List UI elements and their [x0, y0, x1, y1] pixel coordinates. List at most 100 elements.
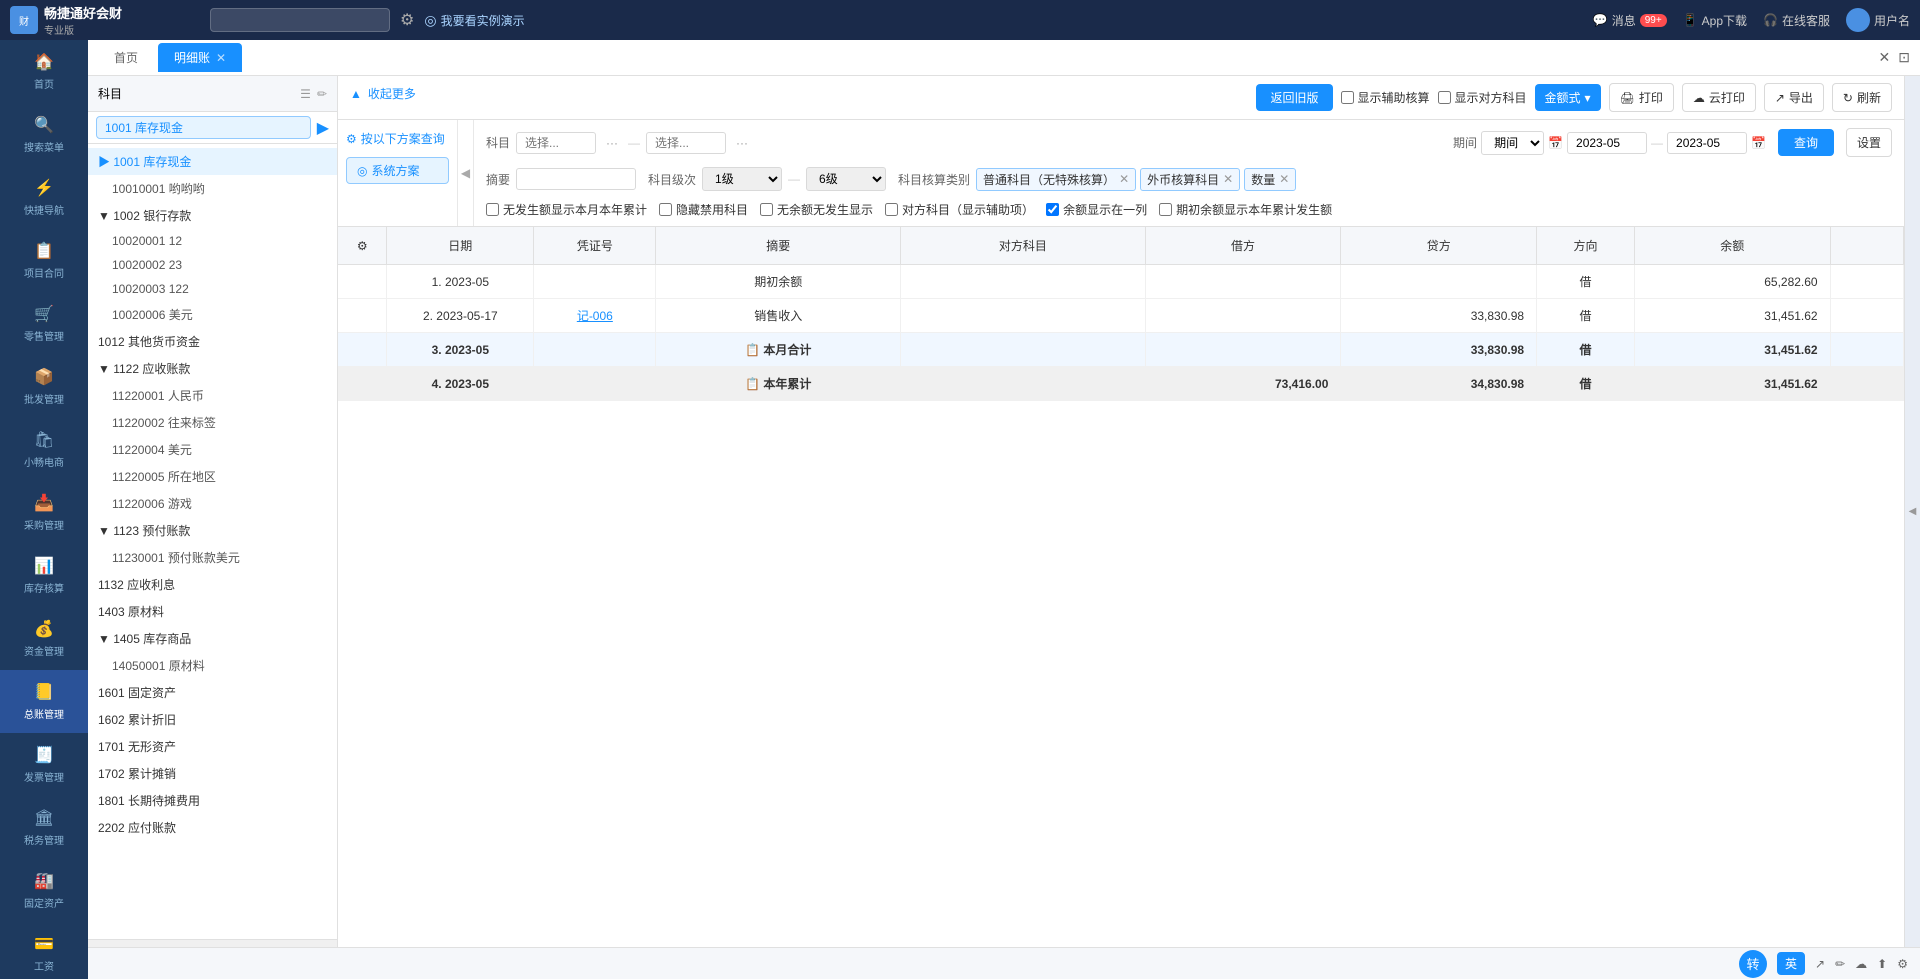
tree-item-1012[interactable]: 1012 其他货币资金 — [88, 328, 337, 355]
collapse-left-btn[interactable]: ◀ — [458, 120, 474, 226]
tree-item-1701[interactable]: 1701 无形资产 — [88, 733, 337, 760]
account-next-btn[interactable]: ▶ — [317, 118, 329, 138]
tree-item-11230001[interactable]: 11230001 预付账款美元 — [88, 544, 337, 571]
tree-item-2202[interactable]: 2202 应付账款 — [88, 814, 337, 841]
sidebar-item-quick-nav[interactable]: ⚡快捷导航 — [0, 166, 88, 229]
subject-dots[interactable]: ··· — [602, 136, 622, 150]
tree-item-10020002[interactable]: 10020002 23 — [88, 253, 337, 277]
tree-item-10020006[interactable]: 10020006 美元 — [88, 301, 337, 328]
query-btn[interactable]: 查询 — [1778, 129, 1834, 156]
tree-item-1602[interactable]: 1602 累计折旧 — [88, 706, 337, 733]
sidebar-item-salary[interactable]: 💳工资 — [0, 922, 88, 979]
sidebar-item-capital[interactable]: 💰资金管理 — [0, 607, 88, 670]
tree-item-11220002[interactable]: 11220002 往来标签 — [88, 409, 337, 436]
sidebar-item-ledger[interactable]: 📒总账管理 — [0, 670, 88, 733]
lang-btn[interactable]: 英 — [1777, 952, 1805, 975]
table-container[interactable]: ⚙ 日期 凭证号 摘要 对方科目 借方 贷方 方向 余额 — [338, 227, 1904, 947]
tab-home[interactable]: 首页 — [98, 43, 154, 72]
tree-item-11220006[interactable]: 11220006 游戏 — [88, 490, 337, 517]
show-contra-checkbox[interactable]: 显示对方科目 — [1438, 89, 1527, 106]
bottom-edit-icon[interactable]: ✏ — [1835, 957, 1845, 971]
sidebar-item-invoice[interactable]: 🧾发票管理 — [0, 733, 88, 796]
cb-contra-input[interactable] — [885, 203, 898, 216]
cb-no-balance-input[interactable] — [760, 203, 773, 216]
cb-hide-disabled-input[interactable] — [659, 203, 672, 216]
settings-icon[interactable]: ⚙ — [400, 10, 414, 30]
tree-item-11220004[interactable]: 11220004 美元 — [88, 436, 337, 463]
tag-quantity-close[interactable]: ✕ — [1279, 172, 1289, 186]
scheme-btn[interactable]: ◎ 系统方案 — [346, 157, 449, 184]
cb-contra[interactable]: 对方科目（显示辅助项） — [885, 201, 1034, 218]
account-selected-display[interactable]: 1001 库存现金 — [96, 116, 311, 139]
tab-restore-btn[interactable]: ⊡ — [1898, 49, 1910, 66]
tree-item-10010001[interactable]: 10010001 哟哟哟 — [88, 175, 337, 202]
cb-no-activity-input[interactable] — [486, 203, 499, 216]
cb-balance-col[interactable]: 余额显示在一列 — [1046, 201, 1147, 218]
tree-item-1403[interactable]: 1403 原材料 — [88, 598, 337, 625]
sidebar-item-ecommerce[interactable]: 🛍小畅电商 — [0, 418, 88, 481]
cb-balance-col-input[interactable] — [1046, 203, 1059, 216]
subject-dots-2[interactable]: ··· — [732, 136, 752, 150]
collapse-more-btn[interactable]: ▲ 收起更多 — [350, 85, 416, 102]
format-dropdown-btn[interactable]: 金额式 ▾ — [1535, 84, 1601, 111]
sidebar-item-inventory[interactable]: 📊库存核算 — [0, 544, 88, 607]
top-search-input[interactable] — [210, 8, 390, 32]
tree-item-14050001[interactable]: 14050001 原材料 — [88, 652, 337, 679]
tree-item-1601[interactable]: 1601 固定资产 — [88, 679, 337, 706]
period-type-select[interactable]: 期间 — [1481, 131, 1544, 155]
tree-item-1702[interactable]: 1702 累计摊销 — [88, 760, 337, 787]
bottom-cloud-icon[interactable]: ☁ — [1855, 957, 1867, 971]
tree-item-1001[interactable]: ▶ 1001 库存现金 — [88, 148, 337, 175]
tree-item-11220001[interactable]: 11220001 人民币 — [88, 382, 337, 409]
voucher-link[interactable]: 记-006 — [577, 309, 613, 323]
bottom-upload-icon[interactable]: ⬆ — [1877, 957, 1887, 971]
tab-ledger[interactable]: 明细账 ✕ — [158, 43, 242, 72]
cb-hide-disabled[interactable]: 隐藏禁用科目 — [659, 201, 748, 218]
back-old-btn[interactable]: 返回旧版 — [1256, 84, 1332, 111]
demo-link[interactable]: ◎ 我要看实例演示 — [424, 12, 524, 29]
period-from-input[interactable] — [1567, 132, 1647, 154]
tab-ledger-close[interactable]: ✕ — [216, 51, 226, 65]
summary-input[interactable] — [516, 168, 636, 190]
cb-no-activity[interactable]: 无发生额显示本月本年累计 — [486, 201, 647, 218]
filter-settings-btn[interactable]: 设置 — [1846, 128, 1892, 157]
sidebar-item-tax[interactable]: 🏛税务管理 — [0, 796, 88, 859]
account-scrollbar[interactable] — [88, 939, 337, 947]
tree-item-11220005[interactable]: 11220005 所在地区 — [88, 463, 337, 490]
online-service-btn[interactable]: 🎧 在线客服 — [1763, 12, 1830, 29]
translate-btn[interactable]: 转 — [1739, 950, 1767, 978]
tag-foreign-close[interactable]: ✕ — [1223, 172, 1233, 186]
show-contra-input[interactable] — [1438, 91, 1451, 104]
sidebar-item-retail[interactable]: 🛒零售管理 — [0, 292, 88, 355]
cloud-print-btn[interactable]: ☁ 云打印 — [1682, 83, 1756, 112]
sidebar-item-purchase[interactable]: 📥采购管理 — [0, 481, 88, 544]
level-to-select[interactable]: 6级 3级 — [806, 167, 886, 191]
sidebar-item-home[interactable]: 🏠首页 — [0, 40, 88, 103]
sidebar-item-search[interactable]: 🔍搜索菜单 — [0, 103, 88, 166]
tree-item-10020001[interactable]: 10020001 12 — [88, 229, 337, 253]
message-btn[interactable]: 💬 消息 99+ — [1593, 12, 1667, 29]
bottom-settings-icon[interactable]: ⚙ — [1897, 957, 1908, 971]
subject-input-2[interactable] — [646, 132, 726, 154]
tree-item-1123[interactable]: ▼ 1123 预付账款 — [88, 517, 337, 544]
col-settings-header[interactable]: ⚙ — [338, 227, 387, 265]
tree-item-1132[interactable]: 1132 应收利息 — [88, 571, 337, 598]
tag-ordinary-close[interactable]: ✕ — [1119, 172, 1129, 186]
account-header-edit-icon[interactable]: ✏ — [317, 87, 327, 101]
user-avatar[interactable]: 用户名 — [1846, 8, 1910, 32]
level-from-select[interactable]: 1级 2级 3级 — [702, 167, 782, 191]
cb-ytd[interactable]: 期初余额显示本年累计发生额 — [1159, 201, 1332, 218]
tree-item-1801[interactable]: 1801 长期待摊费用 — [88, 787, 337, 814]
tree-item-1122[interactable]: ▼ 1122 应收账款 — [88, 355, 337, 382]
export-btn[interactable]: ↗ 导出 — [1764, 83, 1824, 112]
bottom-link-icon[interactable]: ↗ — [1815, 957, 1825, 971]
account-header-list-icon[interactable]: ☰ — [300, 87, 311, 101]
sidebar-item-assets[interactable]: 🏭固定资产 — [0, 859, 88, 922]
account-tree[interactable]: ▶ 1001 库存现金10010001 哟哟哟▼ 1002 银行存款100200… — [88, 144, 337, 939]
vertical-collapse-btn[interactable]: ◀ — [1904, 76, 1920, 947]
sidebar-item-wholesale[interactable]: 📦批发管理 — [0, 355, 88, 418]
tree-item-1405[interactable]: ▼ 1405 库存商品 — [88, 625, 337, 652]
app-download-btn[interactable]: 📱 App下载 — [1683, 12, 1747, 29]
show-aux-checkbox[interactable]: 显示辅助核算 — [1341, 89, 1430, 106]
sidebar-item-project[interactable]: 📋项目合同 — [0, 229, 88, 292]
